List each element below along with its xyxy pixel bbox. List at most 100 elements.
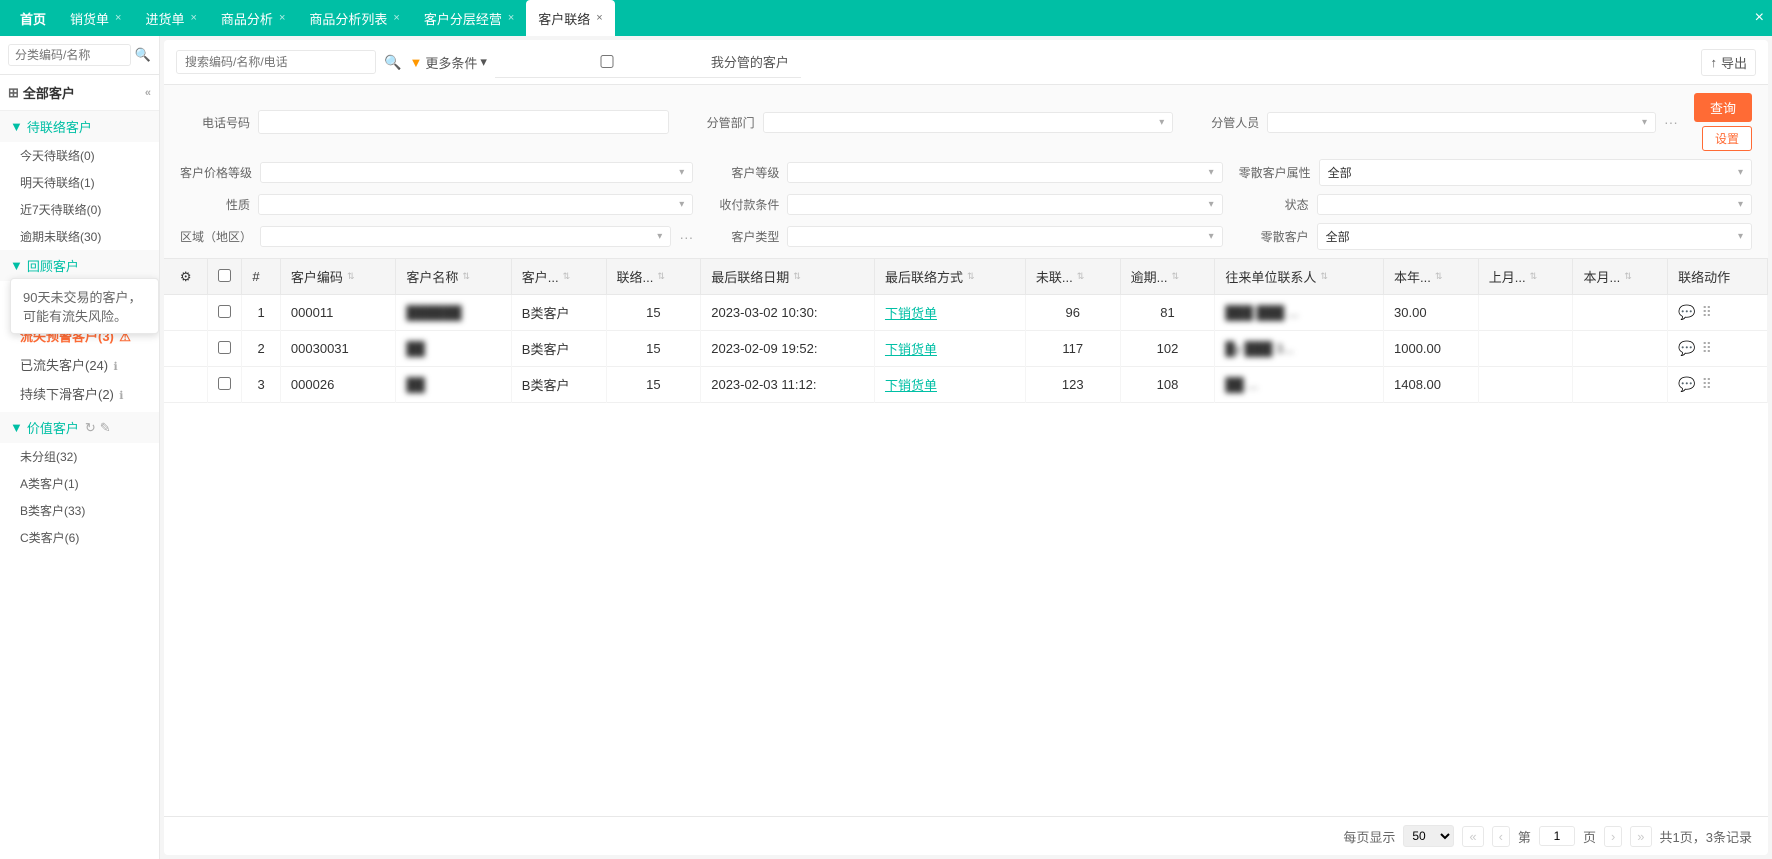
my-customers-checkbox[interactable]: 我分管的客户 [495,46,801,78]
nature-label: 性质 [180,196,250,213]
grid-action-icon[interactable]: ⠿ [1702,376,1712,393]
manager-select[interactable]: ▾ [1267,112,1656,133]
tab-customer-tier[interactable]: 客户分层经营 × [412,0,526,36]
th-last-contact-date[interactable]: 最后联络日期 ⇅ [701,259,875,295]
more-conditions-btn[interactable]: ▼ 更多条件 ▾ [409,53,486,72]
th-this-year[interactable]: 本年... ⇅ [1384,259,1479,295]
export-btn[interactable]: ↑ 导出 [1701,49,1756,76]
sidebar-item-ungroup[interactable]: 未分组(32) [0,443,159,470]
close-customer-contact-icon[interactable]: × [596,12,602,24]
sidebar-item-retain[interactable]: 持续下滑客户(2) ℹ [0,379,159,408]
chat-icon[interactable]: 💬 [1678,340,1695,357]
sidebar-item-7days[interactable]: 近7天待联络(0) [0,196,159,223]
page-number-input[interactable] [1539,826,1575,846]
th-last-month[interactable]: 上月... ⇅ [1478,259,1573,295]
search-input[interactable] [176,50,376,74]
sidebar-search-icon[interactable]: 🔍 [135,47,151,63]
sidebar-item-class-c[interactable]: C类客户(6) [0,524,159,551]
th-settings[interactable]: ⚙ [164,259,208,295]
first-page-btn[interactable]: « [1462,826,1483,847]
sidebar-item-tomorrow[interactable]: 明天待联络(1) [0,169,159,196]
my-customers-checkbox-input[interactable] [507,55,707,68]
th-contact[interactable]: 联络... ⇅ [606,259,701,295]
th-contacts-person[interactable]: 往来单位联系人 ⇅ [1215,259,1384,295]
scattered-select[interactable]: 全部 ▾ [1317,223,1752,250]
row-code: 000026 [280,367,395,403]
close-analysis-list-icon[interactable]: × [393,12,399,24]
window-close-icon[interactable]: × [1755,9,1764,27]
edit-icon[interactable]: ✎ [100,420,111,436]
row-type: B类客户 [511,367,606,403]
close-purchase-icon[interactable]: × [190,12,196,24]
th-this-month[interactable]: 本月... ⇅ [1573,259,1668,295]
filter-dept: 分管部门 ▾ [685,112,1174,133]
sidebar-group-lost[interactable]: ▼ 回顾客户 [0,250,159,281]
query-button[interactable]: 查询 [1694,93,1752,122]
chat-icon[interactable]: 💬 [1678,376,1695,393]
search-button[interactable]: 🔍 [384,54,401,71]
page-size-select[interactable]: 50 100 200 [1403,825,1454,847]
row-code: 000011 [280,295,395,331]
chat-icon[interactable]: 💬 [1678,304,1695,321]
th-last-contact-method[interactable]: 最后联络方式 ⇅ [874,259,1025,295]
tab-analysis-list[interactable]: 商品分析列表 × [297,0,411,36]
customer-level-select[interactable]: ▾ [787,162,1222,183]
sidebar-group-pending-contact[interactable]: ▼ 待联络客户 [0,111,159,142]
th-type[interactable]: 客户... ⇅ [511,259,606,295]
th-code[interactable]: 客户编码 ⇅ [280,259,395,295]
price-level-select[interactable]: ▾ [260,162,693,183]
status-select[interactable]: ▾ [1317,194,1752,215]
tab-customer-contact[interactable]: 客户联络 × [526,0,614,36]
dept-select[interactable]: ▾ [763,112,1174,133]
sidebar-item-lost[interactable]: 已流失客户(24) ℹ [0,350,159,379]
nature-select[interactable]: ▾ [258,194,693,215]
sidebar-search-input[interactable] [8,44,131,66]
tab-sales[interactable]: 销货单 × [58,0,133,36]
select-all-checkbox[interactable] [218,269,231,282]
row-last-contact-method[interactable]: 下销货单 [874,331,1025,367]
row-checkbox[interactable] [218,305,231,318]
grid-action-icon[interactable]: ⠿ [1702,304,1712,321]
tab-analysis[interactable]: 商品分析 × [209,0,297,36]
sidebar-item-overdue[interactable]: 逾期未联络(30) [0,223,159,250]
refresh-icon[interactable]: ↻ [85,420,96,436]
sidebar-group-value[interactable]: ▼ 价值客户 ↻ ✎ [0,412,159,443]
close-customer-tier-icon[interactable]: × [508,12,514,24]
customer-type-select[interactable]: ▾ [787,226,1222,247]
region-select[interactable]: ▾ [260,226,671,247]
th-overdue[interactable]: 逾期... ⇅ [1120,259,1215,295]
sort-name-icon: ⇅ [462,271,470,282]
all-customers-header[interactable]: ⊞ 全部客户 « [0,75,159,111]
tab-home[interactable]: 首页 [8,0,58,36]
sidebar-item-class-b[interactable]: B类客户(33) [0,497,159,524]
row-checkbox[interactable] [218,377,231,390]
tab-purchase[interactable]: 进货单 × [133,0,208,36]
grid-action-icon[interactable]: ⠿ [1702,340,1712,357]
close-analysis-icon[interactable]: × [279,12,285,24]
row-name: ██ [396,331,511,367]
row-settings [164,331,208,367]
th-name[interactable]: 客户名称 ⇅ [396,259,511,295]
region-more-icon[interactable]: ··· [679,229,693,245]
collapse-sidebar-btn[interactable]: « [145,87,151,99]
phone-input[interactable] [258,110,669,134]
row-actions: 💬 ⠿ [1668,367,1768,403]
filter-scattered-attr: 零散客户属性 全部 ▾ [1239,159,1752,186]
row-last-contact-method[interactable]: 下销货单 [874,295,1025,331]
row-not-contacted: 123 [1025,367,1120,403]
sidebar-item-today[interactable]: 今天待联络(0) [0,142,159,169]
next-page-btn[interactable]: › [1604,826,1622,847]
last-page-btn[interactable]: » [1630,826,1651,847]
filter-row-1: 电话号码 分管部门 ▾ 分管人员 ▾ ··· [180,93,1752,151]
scattered-attr-select[interactable]: 全部 ▾ [1319,159,1752,186]
manager-more-icon[interactable]: ··· [1664,114,1678,130]
prev-page-btn[interactable]: ‹ [1492,826,1510,847]
payment-select[interactable]: ▾ [787,194,1222,215]
th-not-contacted[interactable]: 未联... ⇅ [1025,259,1120,295]
row-checkbox[interactable] [218,341,231,354]
close-sales-icon[interactable]: × [115,12,121,24]
sort-last-month-icon: ⇅ [1530,271,1538,282]
settings-button[interactable]: 设置 [1702,126,1752,151]
sidebar-item-class-a[interactable]: A类客户(1) [0,470,159,497]
row-last-contact-method[interactable]: 下销货单 [874,367,1025,403]
